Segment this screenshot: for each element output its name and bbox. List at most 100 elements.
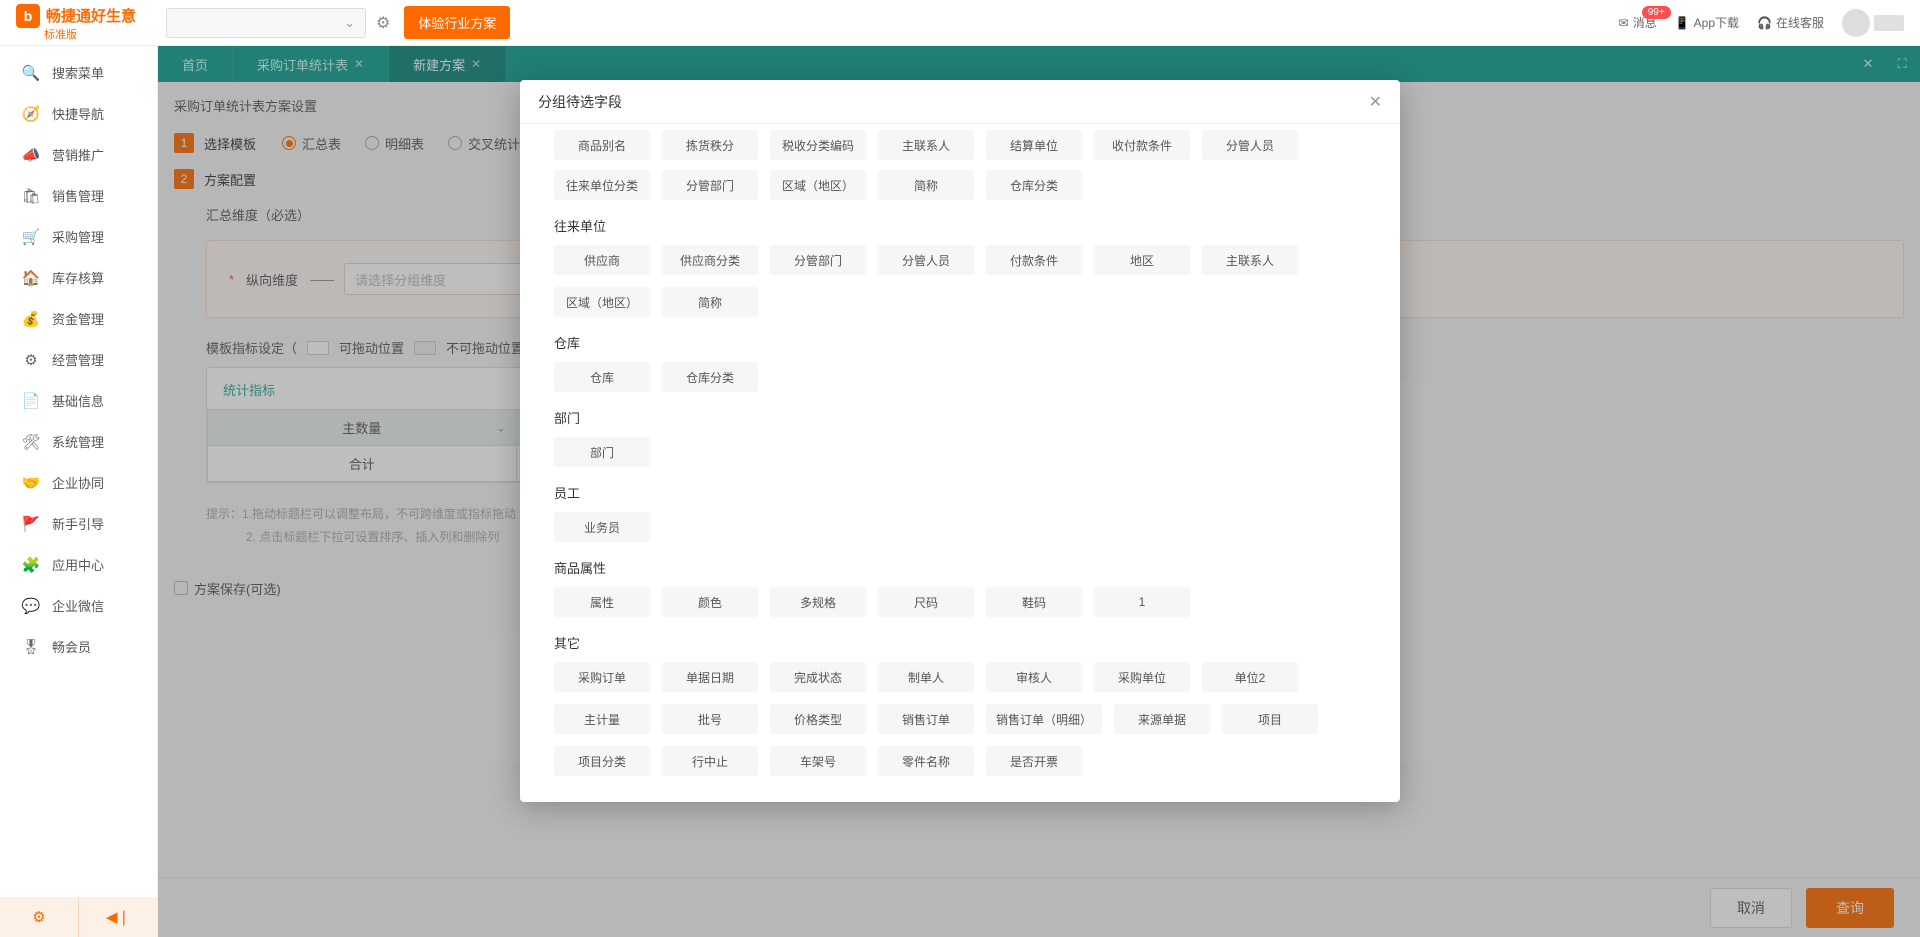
sidebar-settings-button[interactable]: ⚙ bbox=[0, 897, 78, 937]
field-chip[interactable]: 来源单据 bbox=[1114, 704, 1210, 734]
sidebar-item-marketing[interactable]: 📣营销推广 bbox=[0, 134, 157, 175]
field-chip[interactable]: 仓库分类 bbox=[986, 170, 1082, 200]
field-chip[interactable]: 收付款条件 bbox=[1094, 130, 1190, 160]
app-download-link[interactable]: 📱 App下载 bbox=[1675, 14, 1739, 31]
field-chip[interactable]: 简称 bbox=[662, 287, 758, 317]
sidebar-item-app-center[interactable]: 🧩应用中心 bbox=[0, 544, 157, 585]
field-chip[interactable]: 拣货秩分 bbox=[662, 130, 758, 160]
field-chip[interactable]: 结算单位 bbox=[986, 130, 1082, 160]
template-radio[interactable]: 汇总表 bbox=[282, 134, 341, 153]
field-chip[interactable]: 商品别名 bbox=[554, 130, 650, 160]
online-service-link[interactable]: 🎧 在线客服 bbox=[1757, 14, 1824, 31]
tab[interactable]: 首页 bbox=[158, 46, 233, 82]
field-chip[interactable]: 完成状态 bbox=[770, 662, 866, 692]
field-chip[interactable]: 仓库 bbox=[554, 362, 650, 392]
tab-close-icon[interactable]: ✕ bbox=[471, 57, 481, 71]
radio-label: 明细表 bbox=[385, 134, 424, 153]
close-icon: ✕ bbox=[1863, 56, 1874, 72]
field-chip[interactable]: 尺码 bbox=[878, 587, 974, 617]
sidebar-item-label: 销售管理 bbox=[52, 186, 104, 205]
message-icon: ✉ bbox=[1619, 16, 1629, 30]
field-chip[interactable]: 地区 bbox=[1094, 245, 1190, 275]
tab[interactable]: 采购订单统计表 ✕ bbox=[233, 46, 389, 82]
field-chip[interactable]: 鞋码 bbox=[986, 587, 1082, 617]
field-chip[interactable]: 车架号 bbox=[770, 746, 866, 776]
field-chip[interactable]: 部门 bbox=[554, 437, 650, 467]
tab-expand-button[interactable]: ⛶ bbox=[1888, 50, 1916, 78]
sidebar-item-system[interactable]: 🛠系统管理 bbox=[0, 421, 157, 462]
field-chip[interactable]: 区域（地区） bbox=[770, 170, 866, 200]
field-chip[interactable]: 主联系人 bbox=[878, 130, 974, 160]
field-chip[interactable]: 仓库分类 bbox=[662, 362, 758, 392]
org-selector[interactable]: ⌄ bbox=[166, 8, 366, 38]
sidebar-item-guide[interactable]: 🚩新手引导 bbox=[0, 503, 157, 544]
modal-body[interactable]: 商品别名拣货秩分税收分类编码主联系人结算单位收付款条件分管人员往来单位分类分管部… bbox=[520, 124, 1400, 782]
top-header: b 畅捷通好生意 标准版 ⌄ ⚙ 体验行业方案 ✉ 消息 99+ 📱 App下载… bbox=[0, 0, 1920, 46]
field-chip[interactable]: 付款条件 bbox=[986, 245, 1082, 275]
field-chip[interactable]: 项目 bbox=[1222, 704, 1318, 734]
field-chip[interactable]: 多规格 bbox=[770, 587, 866, 617]
metric-column-header[interactable]: 主数量⌄ bbox=[208, 410, 517, 446]
settings-gear-icon[interactable]: ⚙ bbox=[376, 13, 390, 33]
field-chip[interactable]: 分管人员 bbox=[1202, 130, 1298, 160]
field-chip[interactable]: 制单人 bbox=[878, 662, 974, 692]
sidebar-item-sales[interactable]: 🛍销售管理 bbox=[0, 175, 157, 216]
field-chip[interactable]: 属性 bbox=[554, 587, 650, 617]
field-chip[interactable]: 主联系人 bbox=[1202, 245, 1298, 275]
field-chip[interactable]: 项目分类 bbox=[554, 746, 650, 776]
field-chip[interactable]: 分管人员 bbox=[878, 245, 974, 275]
query-button[interactable]: 查询 bbox=[1806, 888, 1894, 928]
field-chip[interactable]: 往来单位分类 bbox=[554, 170, 650, 200]
sidebar-item-purchase[interactable]: 🛒采购管理 bbox=[0, 216, 157, 257]
field-group-title: 仓库 bbox=[554, 333, 1392, 352]
sidebar-footer: ⚙ ◀❘ bbox=[0, 897, 157, 937]
field-chip[interactable]: 单据日期 bbox=[662, 662, 758, 692]
field-chip[interactable]: 主计量 bbox=[554, 704, 650, 734]
sidebar-item-inventory[interactable]: 🏠库存核算 bbox=[0, 257, 157, 298]
cancel-button[interactable]: 取消 bbox=[1710, 888, 1792, 928]
user-menu[interactable] bbox=[1842, 9, 1904, 37]
field-chip[interactable]: 采购订单 bbox=[554, 662, 650, 692]
field-chip[interactable]: 审核人 bbox=[986, 662, 1082, 692]
tab[interactable]: 新建方案✕ bbox=[389, 46, 506, 82]
messages-link[interactable]: ✉ 消息 99+ bbox=[1619, 14, 1657, 31]
sidebar-item-business[interactable]: ⚙经营管理 bbox=[0, 339, 157, 380]
sidebar-item-collab[interactable]: 🤝企业协同 bbox=[0, 462, 157, 503]
sidebar-item-wecom[interactable]: 💬企业微信 bbox=[0, 585, 157, 626]
sidebar-item-quick-nav[interactable]: 🧭快捷导航 bbox=[0, 93, 157, 134]
sidebar-item-vip[interactable]: 🎖畅会员 bbox=[0, 626, 157, 667]
experience-button[interactable]: 体验行业方案 bbox=[404, 6, 510, 39]
sidebar-item-funds[interactable]: 💰资金管理 bbox=[0, 298, 157, 339]
field-chip[interactable]: 单位2 bbox=[1202, 662, 1298, 692]
field-chip[interactable]: 是否开票 bbox=[986, 746, 1082, 776]
field-chip[interactable]: 分管部门 bbox=[770, 245, 866, 275]
tab-close-all-button[interactable]: ✕ bbox=[1854, 50, 1882, 78]
template-radio[interactable]: 明细表 bbox=[365, 134, 424, 153]
sidebar-item-label: 畅会员 bbox=[52, 637, 91, 656]
field-chip[interactable]: 供应商 bbox=[554, 245, 650, 275]
tab-label: 采购订单统计表 bbox=[257, 55, 348, 74]
field-chip[interactable]: 供应商分类 bbox=[662, 245, 758, 275]
field-chip[interactable]: 销售订单（明细） bbox=[986, 704, 1102, 734]
sidebar-item-search-menu[interactable]: 🔍搜索菜单 bbox=[0, 52, 157, 93]
field-chip[interactable]: 零件名称 bbox=[878, 746, 974, 776]
field-chip[interactable]: 简称 bbox=[878, 170, 974, 200]
modal-close-button[interactable]: ✕ bbox=[1369, 92, 1382, 112]
field-chip[interactable]: 区域（地区） bbox=[554, 287, 650, 317]
field-chip[interactable]: 1 bbox=[1094, 587, 1190, 617]
sidebar-collapse-button[interactable]: ◀❘ bbox=[78, 897, 157, 937]
vertical-dim-label: 纵向维度 bbox=[246, 270, 298, 289]
field-chip[interactable]: 业务员 bbox=[554, 512, 650, 542]
field-chip[interactable]: 价格类型 bbox=[770, 704, 866, 734]
field-chip[interactable]: 批号 bbox=[662, 704, 758, 734]
field-chip[interactable]: 销售订单 bbox=[878, 704, 974, 734]
tab-close-icon[interactable]: ✕ bbox=[354, 57, 364, 71]
modal-horizontal-scrollbar[interactable] bbox=[528, 782, 1392, 796]
field-chip[interactable]: 分管部门 bbox=[662, 170, 758, 200]
scheme-save-checkbox[interactable] bbox=[174, 581, 188, 595]
field-chip[interactable]: 颜色 bbox=[662, 587, 758, 617]
field-chip[interactable]: 行中止 bbox=[662, 746, 758, 776]
sidebar-item-basic-info[interactable]: 📄基础信息 bbox=[0, 380, 157, 421]
field-chip[interactable]: 采购单位 bbox=[1094, 662, 1190, 692]
field-chip[interactable]: 税收分类编码 bbox=[770, 130, 866, 160]
